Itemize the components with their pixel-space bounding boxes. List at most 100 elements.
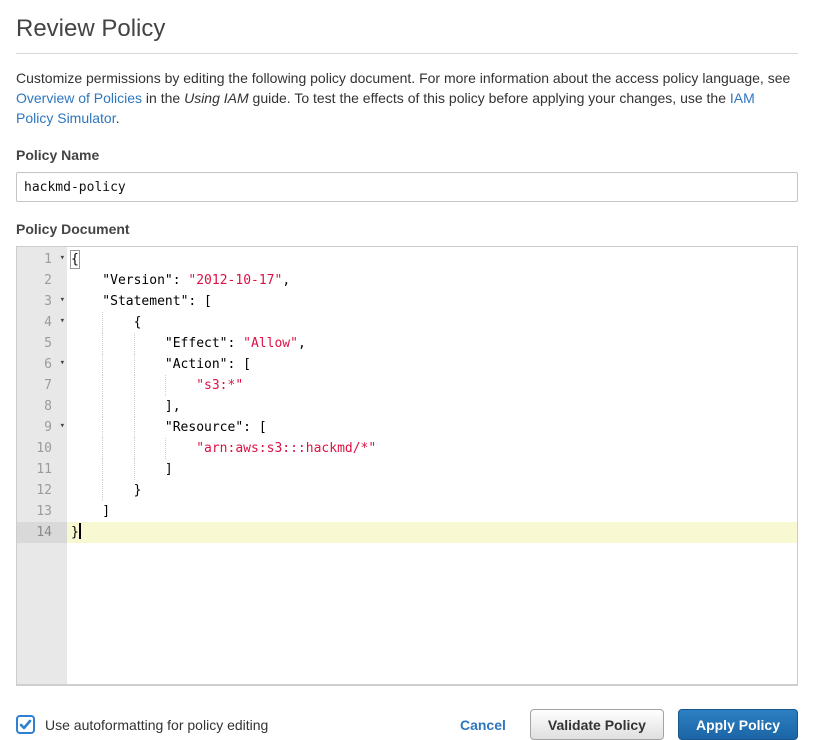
line-number: 13: [36, 504, 52, 519]
indent-guide: [102, 459, 133, 480]
text-cursor: [79, 523, 81, 539]
code-line[interactable]: ]: [67, 459, 797, 480]
line-number: 5: [44, 336, 52, 351]
token-plain: ],: [165, 399, 181, 414]
indent-guide: [71, 354, 102, 375]
code-line[interactable]: }: [67, 480, 797, 501]
autoformat-option[interactable]: Use autoformatting for policy editing: [16, 715, 268, 734]
indent-guide: [134, 459, 165, 480]
indent-guide: [71, 480, 102, 501]
line-number: 1: [44, 252, 52, 267]
token-string: "Allow": [243, 336, 298, 351]
token-plain: :: [173, 273, 189, 288]
indent-guide: [134, 417, 165, 438]
italic-text: Using IAM: [184, 90, 249, 106]
gutter-cell: 10: [17, 438, 67, 459]
token-string: "arn:aws:s3:::hackmd/*": [196, 441, 376, 456]
fold-arrow-icon[interactable]: ▾: [60, 416, 65, 437]
fold-arrow-icon[interactable]: ▾: [60, 248, 65, 269]
fold-arrow-icon[interactable]: ▾: [60, 353, 65, 374]
indent-guide: [102, 375, 133, 396]
token-plain: ,: [282, 273, 290, 288]
code-line[interactable]: "Version": "2012-10-17",: [67, 270, 797, 291]
line-number: 12: [36, 483, 52, 498]
autoformat-checkbox[interactable]: [16, 715, 35, 734]
indent-guide: [71, 312, 102, 333]
indent-guide: [71, 375, 102, 396]
indent-guide: [71, 333, 102, 354]
code-line[interactable]: ],: [67, 396, 797, 417]
token-key: "Action": [165, 357, 228, 372]
token-plain: ]: [102, 504, 110, 519]
token-plain: :: [228, 336, 244, 351]
indent-guide: [134, 333, 165, 354]
line-number: 2: [44, 273, 52, 288]
indent-guide: [71, 438, 102, 459]
code-line[interactable]: {: [67, 312, 797, 333]
description-text: .: [116, 110, 120, 126]
gutter-cell: 1▾: [17, 249, 67, 270]
token-plain: ,: [298, 336, 306, 351]
indent-guide: [102, 417, 133, 438]
indent-guide: [134, 354, 165, 375]
editor-gutter: 1▾23▾4▾56▾789▾1011121314: [17, 247, 67, 684]
apply-policy-button[interactable]: Apply Policy: [678, 709, 798, 740]
description-text: Customize permissions by editing the fol…: [16, 70, 790, 86]
policy-editor[interactable]: 1▾23▾4▾56▾789▾1011121314 {"Version": "20…: [16, 246, 798, 686]
indent-guide: [134, 375, 165, 396]
token-key: "Statement": [102, 294, 188, 309]
line-number: 14: [36, 525, 52, 540]
line-number: 3: [44, 294, 52, 309]
overview-of-policies-link[interactable]: Overview of Policies: [16, 90, 142, 106]
code-line[interactable]: }: [67, 522, 797, 543]
token-plain: }: [71, 525, 79, 540]
token-key: "Effect": [165, 336, 228, 351]
indent-guide: [71, 291, 102, 312]
code-line[interactable]: {: [67, 249, 797, 270]
line-number: 9: [44, 420, 52, 435]
token-brace-match: {: [70, 250, 80, 269]
indent-guide: [71, 501, 102, 522]
indent-guide: [102, 312, 133, 333]
fold-arrow-icon[interactable]: ▾: [60, 290, 65, 311]
code-line[interactable]: "arn:aws:s3:::hackmd/*": [67, 438, 797, 459]
line-number: 4: [44, 315, 52, 330]
token-string: "2012-10-17": [188, 273, 282, 288]
policy-name-input[interactable]: [16, 172, 798, 202]
gutter-cell: 13: [17, 501, 67, 522]
gutter-cell: 4▾: [17, 312, 67, 333]
token-string: "s3:*": [196, 378, 243, 393]
description-text: in the: [142, 90, 184, 106]
title-divider: [16, 53, 798, 54]
review-policy-page: Review Policy Customize permissions by e…: [0, 15, 814, 740]
validate-policy-button[interactable]: Validate Policy: [530, 709, 664, 740]
indent-guide: [102, 354, 133, 375]
token-plain: ]: [165, 462, 173, 477]
indent-guide: [71, 459, 102, 480]
code-line[interactable]: "Action": [: [67, 354, 797, 375]
policy-name-label: Policy Name: [16, 147, 798, 163]
code-line[interactable]: "Resource": [: [67, 417, 797, 438]
fold-arrow-icon[interactable]: ▾: [60, 311, 65, 332]
token-plain: : [: [188, 294, 211, 309]
indent-guide: [71, 396, 102, 417]
indent-guide: [102, 480, 133, 501]
editor-code[interactable]: {"Version": "2012-10-17","Statement": [{…: [67, 247, 797, 684]
gutter-cell: 11: [17, 459, 67, 480]
indent-guide: [102, 333, 133, 354]
indent-guide: [71, 417, 102, 438]
token-key: "Resource": [165, 420, 243, 435]
token-plain: {: [134, 315, 142, 330]
indent-guide: [134, 438, 165, 459]
token-plain: : [: [243, 420, 266, 435]
footer-bar: Use autoformatting for policy editing Ca…: [16, 709, 798, 740]
page-title: Review Policy: [16, 15, 798, 43]
token-plain: }: [134, 483, 142, 498]
gutter-cell: 9▾: [17, 417, 67, 438]
code-line[interactable]: "s3:*": [67, 375, 797, 396]
code-line[interactable]: "Statement": [: [67, 291, 797, 312]
code-line[interactable]: ]: [67, 501, 797, 522]
token-plain: : [: [228, 357, 251, 372]
gutter-cell: 14: [17, 522, 67, 543]
code-line[interactable]: "Effect": "Allow",: [67, 333, 797, 354]
